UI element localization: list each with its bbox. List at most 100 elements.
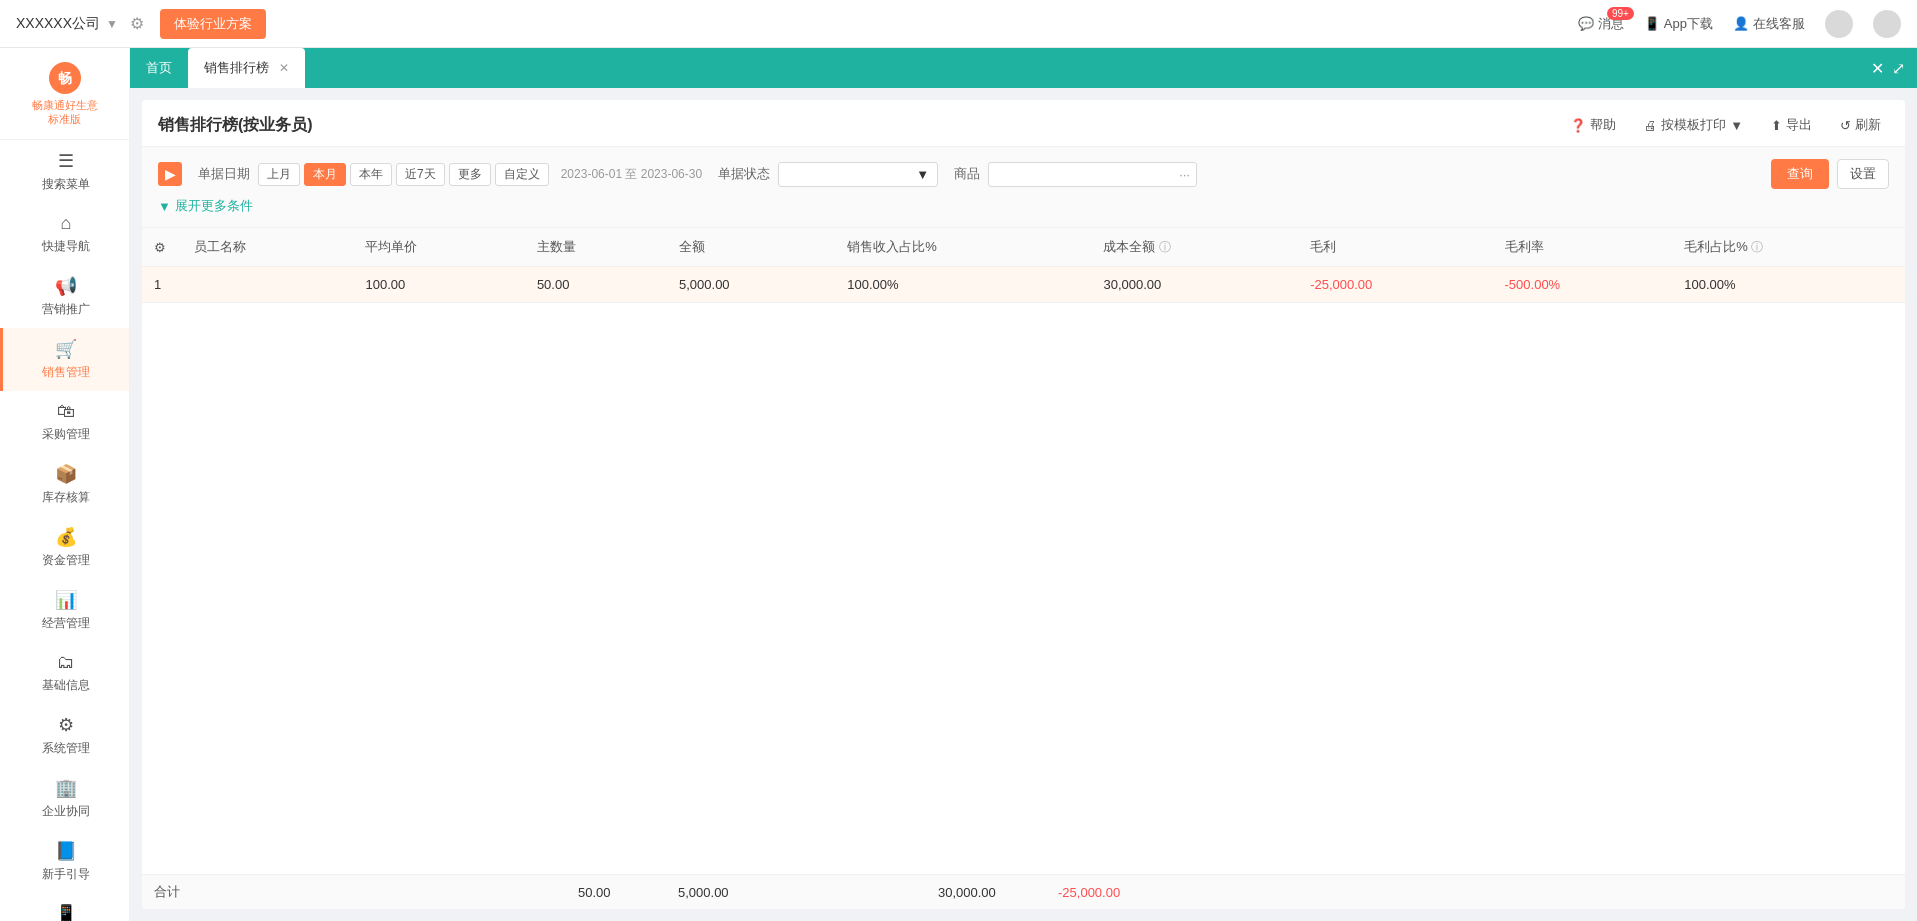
cell-rank: 1	[142, 267, 182, 303]
sidebar-item-finance[interactable]: 💰 资金管理	[0, 516, 129, 579]
content-area: 首页 销售排行榜 ✕ ✕ ⤢ 销售排行榜(按业务员) ❓	[130, 48, 1917, 921]
status-select[interactable]: ▼	[778, 162, 938, 187]
col-amount: 全额	[667, 228, 835, 267]
gross-pct-info-icon[interactable]: ⓘ	[1751, 240, 1763, 254]
cost-info-icon[interactable]: ⓘ	[1159, 240, 1171, 254]
date-buttons: 上月 本月 本年 近7天 更多 自定义	[258, 163, 549, 186]
tab-sales-rank[interactable]: 销售排行榜 ✕	[188, 48, 305, 88]
filter-row: ▶ 单据日期 上月 本月 本年 近7天 更多 自定义 2023-	[158, 159, 1889, 189]
date-filter-item: 单据日期 上月 本月 本年 近7天 更多 自定义 2023-06-01 至 20…	[198, 163, 702, 186]
sidebar-logo: 畅 畅康通好生意标准版	[0, 48, 129, 140]
goods-input[interactable]	[989, 163, 1173, 186]
sidebar-item-operation[interactable]: 📊 经营管理	[0, 579, 129, 642]
sidebar-item-inventory[interactable]: 📦 库存核算	[0, 453, 129, 516]
avatar2[interactable]	[1873, 10, 1901, 38]
avatar[interactable]	[1825, 10, 1853, 38]
cell-quantity: 50.00	[525, 267, 667, 303]
sidebar-label-inventory: 库存核算	[42, 489, 90, 506]
date-filter-label: 单据日期	[198, 165, 250, 183]
date-range-text: 2023-06-01 至 2023-06-30	[561, 166, 702, 183]
sidebar-label-basic-info: 基础信息	[42, 677, 90, 694]
marketing-icon: 📢	[55, 275, 77, 297]
footer-sales-pct-val	[786, 885, 926, 900]
settings-button[interactable]: 设置	[1837, 159, 1889, 189]
tab-close-window-icon[interactable]: ✕	[1871, 59, 1884, 78]
svg-text:畅: 畅	[58, 70, 72, 86]
date-btn-custom[interactable]: 自定义	[495, 163, 549, 186]
date-btn-last-month[interactable]: 上月	[258, 163, 300, 186]
footer-amount-val: 5,000.00	[666, 885, 786, 900]
expand-more-button[interactable]: ▼ 展开更多条件	[158, 197, 1889, 215]
status-chevron-icon: ▼	[916, 167, 929, 182]
experience-button[interactable]: 体验行业方案	[160, 9, 266, 39]
tab-home[interactable]: 首页	[130, 48, 188, 88]
cell-avg_price: 100.00	[353, 267, 524, 303]
app-center-icon: 📱	[55, 903, 77, 921]
page-inner: 销售排行榜(按业务员) ❓ 帮助 🖨 按模板打印 ▼ ⬆	[142, 100, 1905, 909]
sidebar-item-purchase[interactable]: 🛍 采购管理	[0, 391, 129, 453]
status-filter-label: 单据状态	[718, 165, 770, 183]
online-service-item[interactable]: 👤 在线客服	[1733, 15, 1805, 33]
inventory-icon: 📦	[55, 463, 77, 485]
query-button[interactable]: 查询	[1771, 159, 1829, 189]
app-download-label: App下载	[1664, 15, 1713, 33]
sidebar-item-enterprise[interactable]: 🏢 企业协同	[0, 767, 129, 830]
print-chevron-icon: ▼	[1730, 118, 1743, 133]
service-icon: 👤	[1733, 16, 1749, 31]
company-chevron-icon: ▼	[106, 17, 118, 31]
online-service-label: 在线客服	[1753, 15, 1805, 33]
tab-close-icon[interactable]: ✕	[279, 61, 289, 75]
export-button[interactable]: ⬆ 导出	[1763, 112, 1820, 138]
help-label: 帮助	[1590, 116, 1616, 134]
date-btn-more[interactable]: 更多	[449, 163, 491, 186]
date-btn-this-month[interactable]: 本月	[304, 163, 346, 186]
col-gross: 毛利	[1298, 228, 1492, 267]
sidebar-item-quick-nav[interactable]: ⌂ 快捷导航	[0, 203, 129, 265]
filter-area: ▶ 单据日期 上月 本月 本年 近7天 更多 自定义 2023-	[142, 147, 1905, 228]
col-settings[interactable]: ⚙	[142, 228, 182, 267]
message-item[interactable]: 💬 消息 99+	[1578, 15, 1624, 33]
sidebar-item-sales[interactable]: 🛒 销售管理	[0, 328, 129, 391]
home-tab-label: 首页	[146, 59, 172, 77]
app-download-item[interactable]: 📱 App下载	[1644, 15, 1713, 33]
query-actions: 查询 设置	[1771, 159, 1889, 189]
sidebar-item-app-center[interactable]: 📱 应用中心	[0, 893, 129, 921]
table-container: ⚙ 员工名称 平均单价 主数量 全额 销售收入占比% 成本全额 ⓘ 毛利 毛利率…	[142, 228, 1905, 874]
col-cost: 成本全额 ⓘ	[1091, 228, 1298, 267]
tab-maximize-icon[interactable]: ⤢	[1892, 59, 1905, 78]
header-right: 💬 消息 99+ 📱 App下载 👤 在线客服	[1578, 10, 1901, 38]
sidebar-item-system[interactable]: ⚙ 系统管理	[0, 704, 129, 767]
template-print-label: 按模板打印	[1661, 116, 1726, 134]
refresh-icon: ↺	[1840, 118, 1851, 133]
cell-gross: -25,000.00	[1298, 267, 1492, 303]
finance-icon: 💰	[55, 526, 77, 548]
table-row: 1100.0050.005,000.00100.00%30,000.00-25,…	[142, 267, 1905, 303]
sidebar-label-search-order: 搜索菜单	[42, 176, 90, 193]
footer-quantity-val: 50.00	[566, 885, 666, 900]
header-gear-icon[interactable]: ⚙	[126, 10, 148, 37]
footer-cost-val: 30,000.00	[926, 885, 1046, 900]
date-btn-this-year[interactable]: 本年	[350, 163, 392, 186]
refresh-button[interactable]: ↺ 刷新	[1832, 112, 1889, 138]
company-selector[interactable]: XXXXXX公司 ▼	[16, 15, 118, 33]
message-icon: 💬	[1578, 16, 1594, 31]
sidebar-item-marketing[interactable]: 📢 营销推广	[0, 265, 129, 328]
goods-more-icon[interactable]: ···	[1173, 167, 1196, 182]
operation-icon: 📊	[55, 589, 77, 611]
help-icon: ❓	[1570, 118, 1586, 133]
filter-toggle-button[interactable]: ▶	[158, 162, 182, 186]
sidebar-item-basic-info[interactable]: 🗂 基础信息	[0, 642, 129, 704]
footer-quantity	[446, 885, 566, 900]
template-print-button[interactable]: 🖨 按模板打印 ▼	[1636, 112, 1751, 138]
enterprise-icon: 🏢	[55, 777, 77, 799]
date-btn-7days[interactable]: 近7天	[396, 163, 445, 186]
export-icon: ⬆	[1771, 118, 1782, 133]
sales-icon: 🛒	[55, 338, 77, 360]
footer-total-label: 合计	[154, 883, 434, 901]
help-button[interactable]: ❓ 帮助	[1562, 112, 1624, 138]
sidebar-item-guide[interactable]: 📘 新手引导	[0, 830, 129, 893]
logo-icon: 畅	[47, 60, 83, 96]
sidebar-item-search-order[interactable]: ☰ 搜索菜单	[0, 140, 129, 203]
sidebar-label-marketing: 营销推广	[42, 301, 90, 318]
goods-filter-label: 商品	[954, 165, 980, 183]
